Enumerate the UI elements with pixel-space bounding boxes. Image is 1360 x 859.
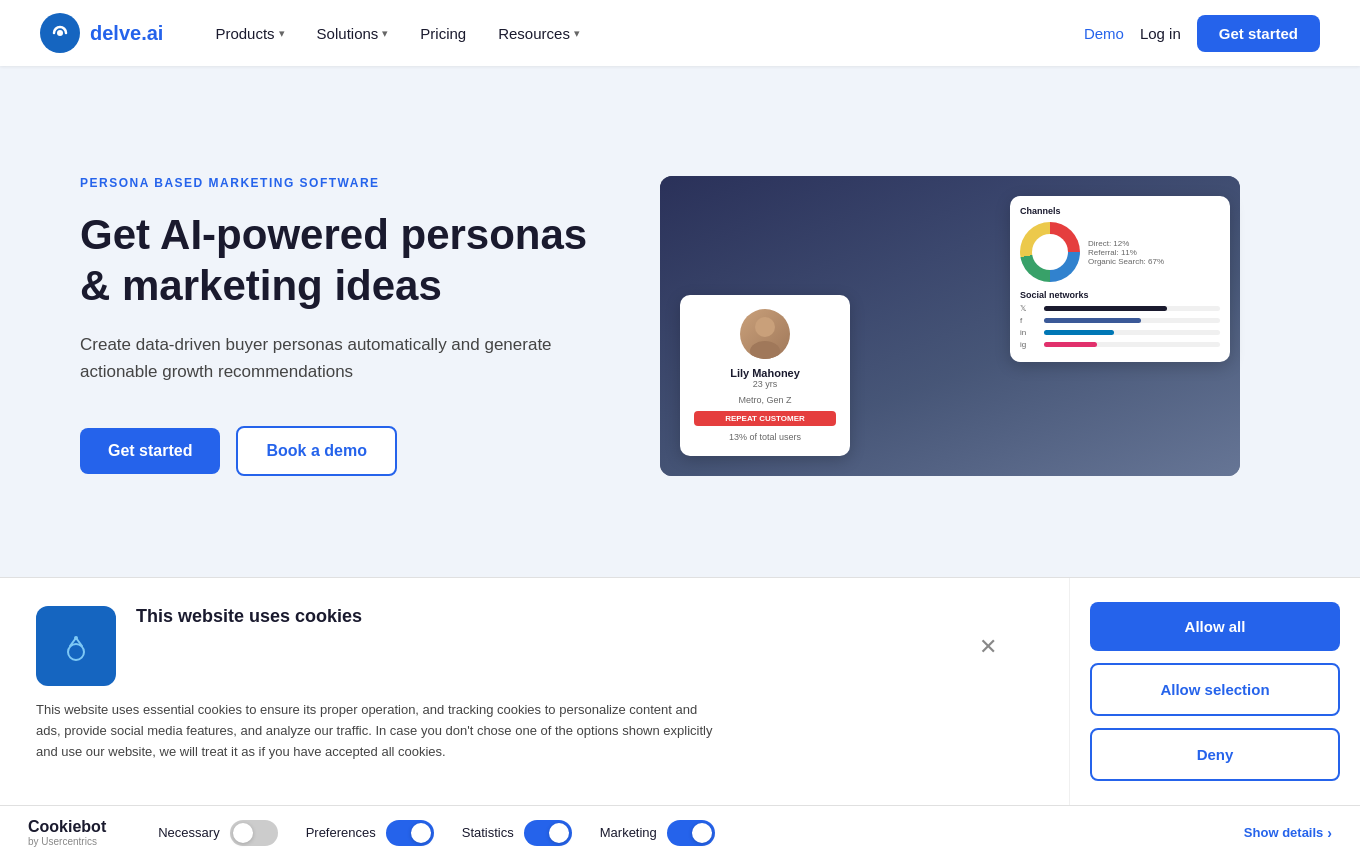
cookiebot-brand-sub: by Usercentrics [28, 836, 106, 847]
statistics-toggle[interactable] [524, 820, 572, 846]
navigation: delve.ai Products ▾ Solutions ▾ Pricing … [0, 0, 1360, 66]
demo-link[interactable]: Demo [1084, 25, 1124, 42]
svg-point-4 [74, 636, 78, 640]
hero-right: Lily Mahoney 23 yrs Metro, Gen Z REPEAT … [660, 176, 1240, 476]
nav-links: Products ▾ Solutions ▾ Pricing Resources… [203, 17, 591, 50]
hero-section: PERSONA BASED MARKETING SOFTWARE Get AI-… [0, 66, 1360, 566]
persona-percent: 13% of total users [694, 432, 836, 442]
show-details-button[interactable]: Show details › [1244, 825, 1332, 841]
logo[interactable]: delve.ai [40, 13, 163, 53]
social-bar-ig: ig [1020, 340, 1220, 349]
nav-solutions[interactable]: Solutions ▾ [305, 17, 401, 50]
nav-right: Demo Log in Get started [1084, 15, 1320, 52]
cookie-main: This website uses cookies ✕ This website… [0, 578, 1360, 805]
cookie-left: This website uses cookies ✕ This website… [0, 578, 1070, 805]
chevron-down-icon: ▾ [382, 27, 388, 40]
toggle-thumb [692, 823, 712, 843]
hero-buttons: Get started Book a demo [80, 426, 600, 476]
chevron-down-icon: ▾ [574, 27, 580, 40]
toggle-thumb [233, 823, 253, 843]
cookie-footer: Cookiebot by Usercentrics Necessary Pref… [0, 805, 1360, 859]
cookie-banner: This website uses cookies ✕ This website… [0, 577, 1360, 859]
book-demo-button[interactable]: Book a demo [236, 426, 396, 476]
deny-button[interactable]: Deny [1090, 728, 1340, 781]
get-started-hero-button[interactable]: Get started [80, 428, 220, 474]
necessary-toggle[interactable] [230, 820, 278, 846]
hero-title: Get AI-powered personas & marketing idea… [80, 210, 600, 311]
toggle-necessary: Necessary [158, 820, 277, 846]
statistics-label: Statistics [462, 825, 514, 840]
persona-avatar [740, 309, 790, 359]
persona-name: Lily Mahoney [694, 367, 836, 379]
social-bar-fb: f [1020, 316, 1220, 325]
svg-point-2 [750, 341, 780, 359]
cookie-right: Allow all Allow selection Deny [1070, 578, 1360, 805]
preferences-toggle[interactable] [386, 820, 434, 846]
logo-icon [40, 13, 80, 53]
necessary-label: Necessary [158, 825, 219, 840]
cookie-body-text: This website uses essential cookies to e… [36, 700, 716, 762]
persona-badge: REPEAT CUSTOMER [694, 411, 836, 426]
svg-point-1 [755, 317, 775, 337]
toggle-preferences: Preferences [306, 820, 434, 846]
hero-tag: PERSONA BASED MARKETING SOFTWARE [80, 176, 600, 190]
nav-resources[interactable]: Resources ▾ [486, 17, 592, 50]
persona-age: 23 yrs [694, 379, 836, 389]
nav-left: delve.ai Products ▾ Solutions ▾ Pricing … [40, 13, 592, 53]
persona-location: Metro, Gen Z [694, 395, 836, 405]
hero-subtitle: Create data-driven buyer personas automa… [80, 331, 600, 385]
hero-left: PERSONA BASED MARKETING SOFTWARE Get AI-… [80, 176, 600, 475]
show-details-label: Show details [1244, 825, 1323, 840]
cookiebot-brand-name: Cookiebot [28, 818, 106, 836]
nav-pricing[interactable]: Pricing [408, 17, 478, 50]
svg-point-0 [57, 30, 63, 36]
chevron-down-icon: ▾ [279, 27, 285, 40]
marketing-toggle[interactable] [667, 820, 715, 846]
donut-chart [1020, 222, 1080, 282]
social-networks-title: Social networks [1020, 290, 1220, 300]
channels-card: Channels Direct: 12% Referral: 11% Organ… [1010, 196, 1230, 362]
login-link[interactable]: Log in [1140, 25, 1181, 42]
channels-title: Channels [1020, 206, 1220, 216]
toggle-marketing: Marketing [600, 820, 715, 846]
toggle-statistics: Statistics [462, 820, 572, 846]
cookie-title: This website uses cookies [136, 606, 1033, 627]
cookiebot-logo: Cookiebot by Usercentrics [28, 818, 106, 847]
nav-products[interactable]: Products ▾ [203, 17, 296, 50]
social-bar-x: 𝕏 [1020, 304, 1220, 313]
close-icon[interactable]: ✕ [979, 634, 997, 660]
get-started-nav-button[interactable]: Get started [1197, 15, 1320, 52]
chevron-right-icon: › [1327, 825, 1332, 841]
preferences-label: Preferences [306, 825, 376, 840]
toggle-thumb [411, 823, 431, 843]
cookie-brand-icon [36, 606, 116, 686]
toggle-thumb [549, 823, 569, 843]
allow-selection-button[interactable]: Allow selection [1090, 663, 1340, 716]
cookie-footer-controls: Necessary Preferences Statisti [138, 820, 1332, 846]
logo-text: delve.ai [90, 22, 163, 45]
marketing-label: Marketing [600, 825, 657, 840]
allow-all-button[interactable]: Allow all [1090, 602, 1340, 651]
social-bar-li: in [1020, 328, 1220, 337]
persona-card: Lily Mahoney 23 yrs Metro, Gen Z REPEAT … [680, 295, 850, 456]
cookie-overlay: This website uses cookies ✕ This website… [0, 577, 1360, 859]
